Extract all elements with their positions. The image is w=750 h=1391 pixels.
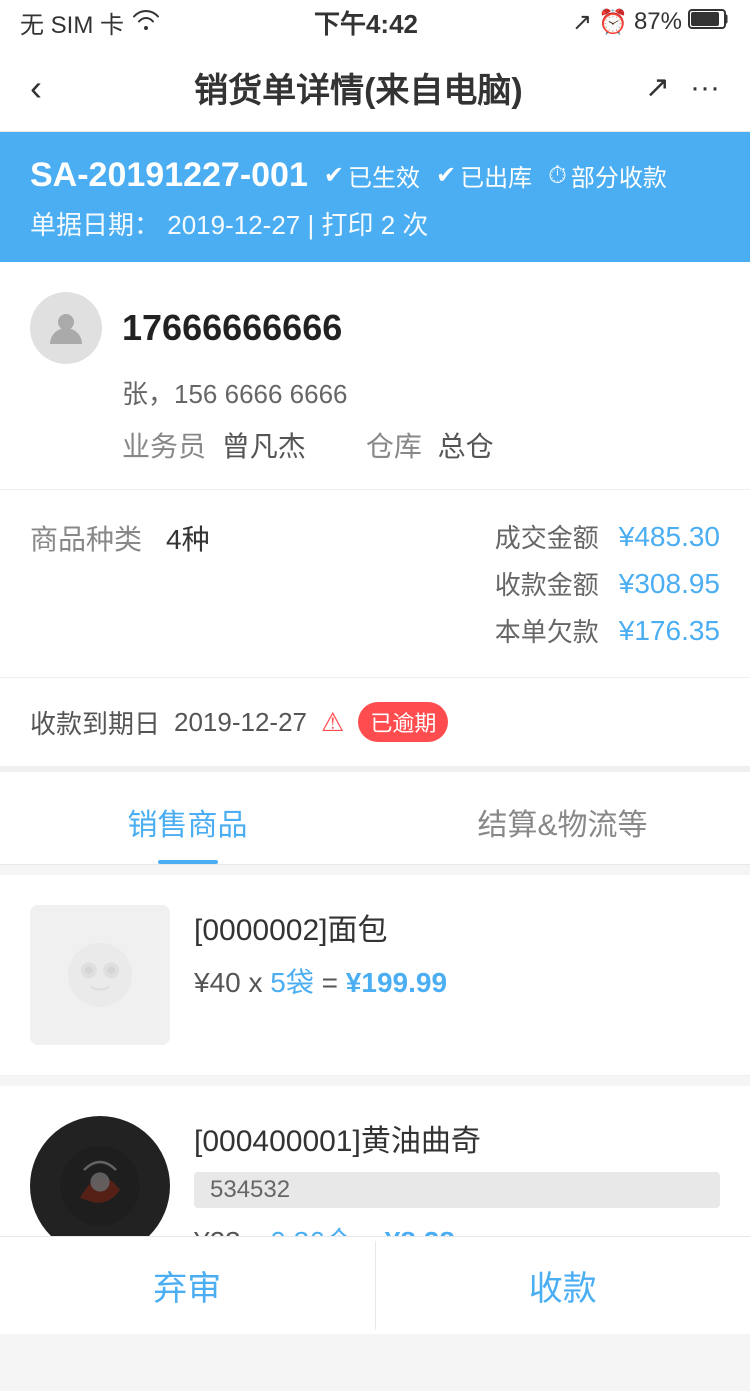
- list-item: [0000002]面包 ¥40 x 5袋 = ¥199.99: [0, 875, 750, 1076]
- product-info-1: [0000002]面包 ¥40 x 5袋 = ¥199.99: [194, 905, 720, 1001]
- owed-value: ¥176.35: [619, 615, 720, 647]
- tab-settlement[interactable]: 结算&物流等: [375, 772, 750, 864]
- check-icon-2: ✔: [436, 161, 456, 190]
- category-label: 商品种类: [30, 518, 142, 558]
- bottom-bar: 弃审 收款: [0, 1236, 750, 1334]
- clock-icon: ⏱: [548, 162, 567, 190]
- stats-right: 成交金额 ¥485.30 收款金额 ¥308.95 本单欠款 ¥176.35: [495, 518, 720, 649]
- due-date-label: 收款到期日: [30, 704, 160, 741]
- tabs: 销售商品 结算&物流等: [0, 772, 750, 865]
- customer-sub: 张，156 6666 6666: [122, 374, 720, 411]
- customer-section: 17666666666 张，156 6666 6666 业务员 曾凡杰 仓库 总…: [0, 262, 750, 490]
- overdue-badge: 已逾期: [358, 702, 448, 742]
- print-unit: 次: [402, 210, 428, 240]
- nav-actions: ↗ ···: [645, 70, 720, 105]
- received-value: ¥308.95: [619, 568, 720, 600]
- sim-label: 无 SIM 卡: [20, 5, 124, 40]
- amount-value: ¥485.30: [619, 521, 720, 553]
- customer-name: 17666666666: [122, 307, 342, 349]
- cancel-review-button[interactable]: 弃审: [0, 1241, 376, 1330]
- status-right: ↗ ⏰ 87%: [572, 8, 730, 37]
- customer-detail: 业务员 曾凡杰 仓库 总仓: [122, 425, 720, 465]
- date-label: 单据日期：: [30, 210, 160, 240]
- status-badge-1: ✔ 已生效: [324, 158, 420, 193]
- due-date-value: 2019-12-27: [174, 707, 307, 738]
- product-sku-2: 534532: [194, 1172, 720, 1208]
- sales-person: 曾凡杰: [222, 431, 306, 462]
- stats-section: 商品种类 4种 成交金额 ¥485.30 收款金额 ¥308.95 本单欠款 ¥…: [0, 490, 750, 678]
- received-label: 收款金额: [495, 565, 599, 602]
- battery-label: 87%: [634, 8, 682, 36]
- status-time: 下午4:42: [314, 4, 418, 41]
- prod1-price: ¥40: [194, 967, 241, 998]
- alarm-icon: ⏰: [598, 8, 628, 37]
- check-icon-1: ✔: [324, 161, 344, 190]
- page-title: 销货单详情(来自电脑): [62, 63, 655, 112]
- overdue-alert-icon: ⚠: [321, 707, 344, 738]
- prod1-sep: x: [249, 967, 271, 998]
- nav-bar: ‹ 销货单详情(来自电脑) ↗ ···: [0, 44, 750, 132]
- tab-products[interactable]: 销售商品: [0, 772, 375, 864]
- order-date: 2019-12-27: [167, 210, 300, 240]
- prod1-qty: 5袋: [270, 967, 314, 998]
- product-image-2: [30, 1116, 170, 1256]
- prod1-eq: =: [322, 967, 346, 998]
- back-button[interactable]: ‹: [30, 67, 62, 109]
- location-icon: ↗: [572, 8, 592, 37]
- order-header: SA-20191227-001 ✔ 已生效 ✔ 已出库 ⏱ 部分收款 单据日期：…: [0, 132, 750, 262]
- owed-label: 本单欠款: [495, 612, 599, 649]
- separator: |: [307, 210, 321, 240]
- share-icon[interactable]: ↗: [645, 70, 670, 105]
- warehouse-value: 总仓: [438, 431, 494, 462]
- status-bar: 无 SIM 卡 下午4:42 ↗ ⏰ 87%: [0, 0, 750, 44]
- order-id: SA-20191227-001: [30, 156, 308, 195]
- status-badge-2: ✔ 已出库: [436, 158, 532, 193]
- order-meta: 单据日期： 2019-12-27 | 打印 2 次: [30, 205, 720, 242]
- status-badge-3: ⏱ 部分收款: [548, 158, 667, 193]
- avatar: [30, 292, 102, 364]
- print-label: 打印: [321, 210, 373, 240]
- amount-label: 成交金额: [495, 518, 599, 555]
- sales-label: 业务员: [122, 431, 206, 462]
- collect-button[interactable]: 收款: [376, 1241, 750, 1330]
- battery-icon: [688, 8, 730, 37]
- category-count: 4种: [166, 518, 210, 558]
- print-count: 2: [381, 210, 395, 240]
- warehouse-label: 仓库: [366, 431, 422, 462]
- wifi-icon: [132, 8, 160, 36]
- product-price-1: ¥40 x 5袋 = ¥199.99: [194, 961, 720, 1001]
- status-left: 无 SIM 卡: [20, 5, 160, 40]
- product-image-1: [30, 905, 170, 1045]
- overdue-section: 收款到期日 2019-12-27 ⚠ 已逾期: [0, 678, 750, 772]
- product-name-2: [000400001]黄油曲奇: [194, 1116, 720, 1160]
- prod1-total: ¥199.99: [346, 967, 447, 998]
- more-icon[interactable]: ···: [690, 71, 720, 105]
- product-name-1: [0000002]面包: [194, 905, 720, 949]
